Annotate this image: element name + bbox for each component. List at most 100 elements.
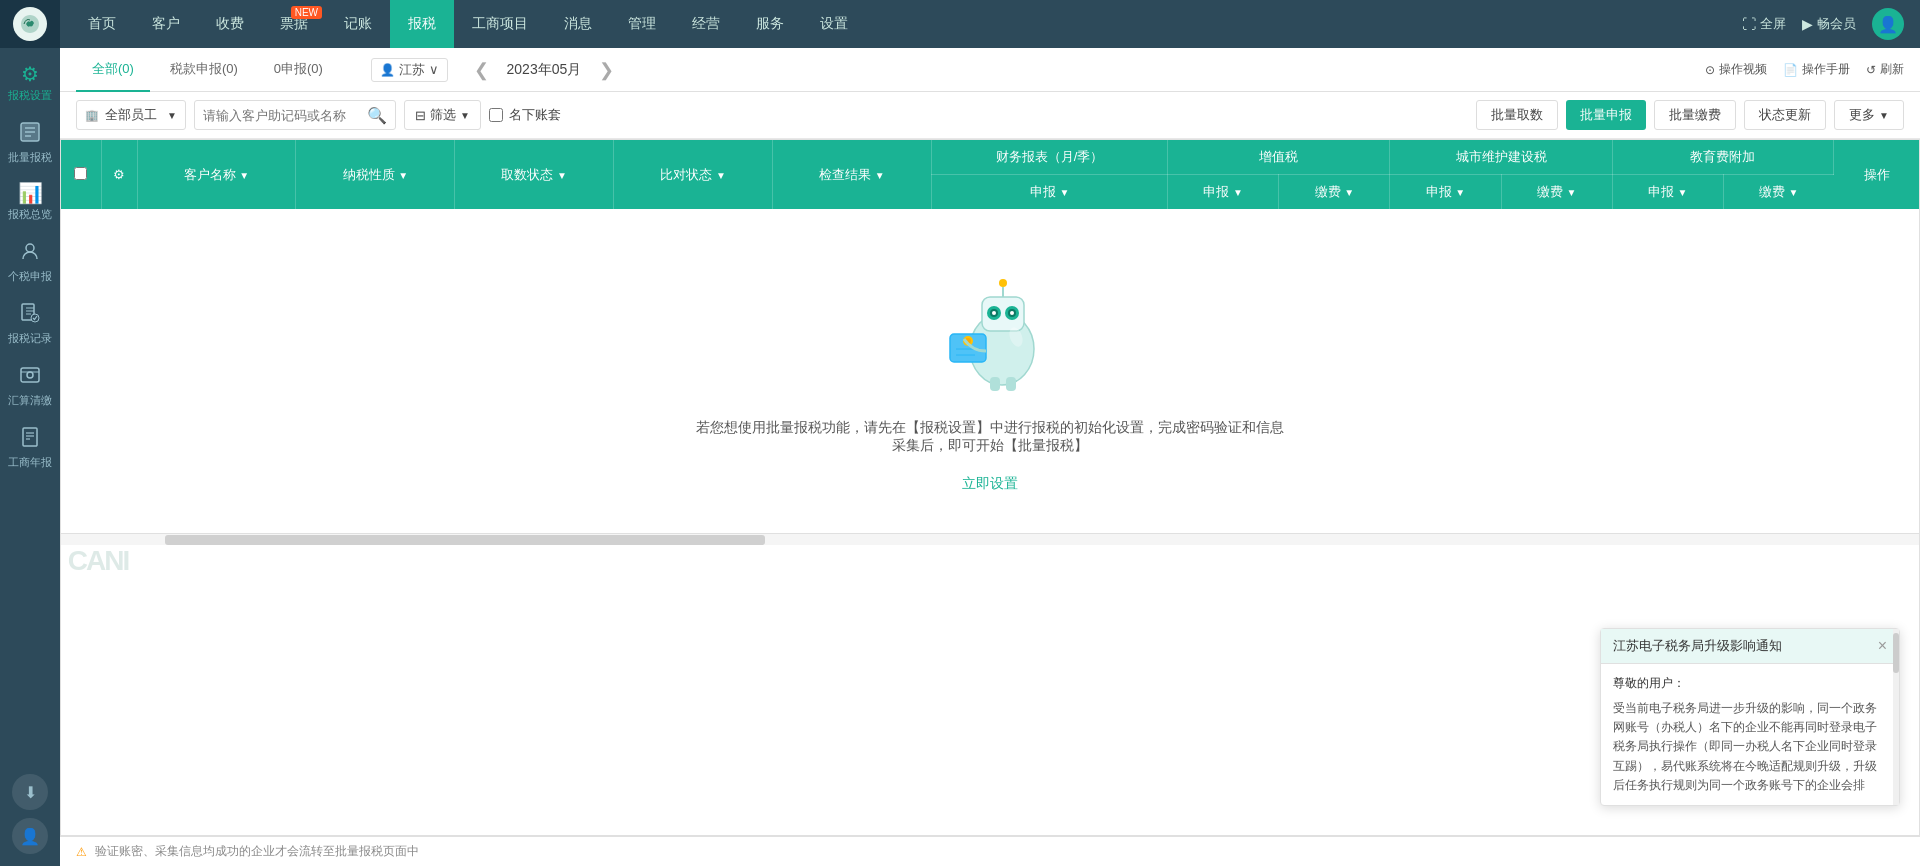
th-vat: 增值税 bbox=[1168, 140, 1390, 175]
setup-link[interactable]: 立即设置 bbox=[962, 475, 1018, 493]
nav-message[interactable]: 消息 bbox=[546, 0, 610, 48]
th-vat-declare: 申报 ▼ bbox=[1168, 175, 1279, 210]
batch-fetch-btn[interactable]: 批量取数 bbox=[1476, 100, 1558, 130]
sidebar: ⚙ 报税设置 批量报税 📊 报税总览 bbox=[0, 48, 60, 866]
empty-message: 若您想使用批量报税功能，请先在【报税设置】中进行报税的初始化设置，完成密码验证和… bbox=[690, 419, 1290, 455]
notification-scrollbar[interactable] bbox=[1893, 629, 1899, 805]
sidebar-item-annual-report[interactable]: 工商年报 bbox=[2, 418, 58, 478]
batch-declare-btn[interactable]: 批量申报 bbox=[1566, 100, 1646, 130]
tab-tax-declaration[interactable]: 税款申报(0) bbox=[154, 48, 254, 92]
search-icon[interactable]: 🔍 bbox=[367, 106, 387, 125]
data-table: ⚙ 客户名称 ▼ 纳税性质 ▼ 取数状态 ▼ 比对状态 ▼ bbox=[61, 140, 1919, 533]
toolbar: 🏢 全部员工 ▼ 🔍 ⊟ 筛选 ▼ 名下账套 批量取数 bbox=[60, 92, 1920, 139]
sidebar-bottom: ⬇ 👤 bbox=[12, 774, 48, 866]
fullscreen-btn[interactable]: ⛶ 全屏 bbox=[1742, 15, 1786, 33]
sidebar-item-batch-tax[interactable]: 批量报税 bbox=[2, 113, 58, 173]
status-update-btn[interactable]: 状态更新 bbox=[1744, 100, 1826, 130]
th-city-pay: 缴费 ▼ bbox=[1501, 175, 1612, 210]
operation-video-btn[interactable]: ⊙ 操作视频 bbox=[1705, 61, 1767, 78]
svg-rect-29 bbox=[990, 377, 1000, 391]
nav-accounting[interactable]: 记账 bbox=[326, 0, 390, 48]
person-icon: 👤 bbox=[380, 63, 395, 77]
tax-record-icon bbox=[19, 302, 41, 327]
manual-icon: 📄 bbox=[1783, 63, 1798, 77]
annual-report-icon bbox=[19, 426, 41, 451]
th-fetch-status: 取数状态 ▼ bbox=[455, 140, 614, 209]
batch-pay-btn[interactable]: 批量缴费 bbox=[1654, 100, 1736, 130]
month-nav: ❮ 2023年05月 ❯ bbox=[472, 59, 616, 81]
notification-panel: 江苏电子税务局升级影响通知 × 尊敬的用户： 受当前电子税务局进一步升级的影响，… bbox=[1600, 628, 1900, 806]
user-avatar[interactable]: 👤 bbox=[1872, 8, 1904, 40]
nav-settings[interactable]: 设置 bbox=[802, 0, 866, 48]
svg-point-8 bbox=[27, 372, 33, 378]
svg-point-4 bbox=[26, 244, 34, 252]
next-month-btn[interactable]: ❯ bbox=[597, 59, 616, 81]
th-fr-declare: 申报 ▼ bbox=[931, 175, 1167, 210]
nav-customer[interactable]: 客户 bbox=[134, 0, 198, 48]
empty-illustration bbox=[920, 269, 1060, 399]
sidebar-item-tax-settings[interactable]: ⚙ 报税设置 bbox=[2, 56, 58, 111]
download-icon: ⬇ bbox=[24, 783, 37, 802]
video-icon: ⊙ bbox=[1705, 63, 1715, 77]
more-arrow-icon: ▼ bbox=[1879, 110, 1889, 121]
member-btn[interactable]: ▶ 畅会员 bbox=[1802, 15, 1856, 33]
notification-content: 受当前电子税务局进一步升级的影响，同一个政务网账号（办税人）名下的企业不能再同时… bbox=[1613, 699, 1887, 795]
dropdown-arrow-icon: ▼ bbox=[167, 110, 177, 121]
warning-icon: ⚠ bbox=[76, 845, 87, 859]
filter-icon: ⊟ bbox=[415, 108, 426, 123]
h-scrollbar-thumb[interactable] bbox=[165, 535, 765, 545]
refresh-btn[interactable]: ↺ 刷新 bbox=[1866, 61, 1904, 78]
tax-settings-icon: ⚙ bbox=[21, 64, 39, 84]
th-edu-declare: 申报 ▼ bbox=[1612, 175, 1723, 210]
sidebar-item-tax-record[interactable]: 报税记录 bbox=[2, 294, 58, 354]
th-action: 操作 bbox=[1834, 140, 1919, 209]
notification-title: 江苏电子税务局升级影响通知 bbox=[1613, 637, 1782, 655]
nav-business[interactable]: 工商项目 bbox=[454, 0, 546, 48]
sidebar-item-tax-overview[interactable]: 📊 报税总览 bbox=[2, 175, 58, 230]
tab-all[interactable]: 全部(0) bbox=[76, 48, 150, 92]
svg-rect-30 bbox=[1006, 377, 1016, 391]
nav-service[interactable]: 服务 bbox=[738, 0, 802, 48]
tab-zero-declaration[interactable]: 0申报(0) bbox=[258, 48, 339, 92]
region-selector[interactable]: 👤 江苏 ∨ bbox=[371, 58, 448, 82]
nav-billing[interactable]: 收费 bbox=[198, 0, 262, 48]
tab-bar: 全部(0) 税款申报(0) 0申报(0) 👤 江苏 ∨ ❮ 2023年05月 ❯ bbox=[60, 48, 1920, 92]
download-btn[interactable]: ⬇ bbox=[12, 774, 48, 810]
sidebar-item-personal-tax[interactable]: 个税申报 bbox=[2, 232, 58, 292]
th-compare-status: 比对状态 ▼ bbox=[614, 140, 773, 209]
nav-tax[interactable]: 报税 bbox=[390, 0, 454, 48]
nav-home[interactable]: 首页 bbox=[70, 0, 134, 48]
th-settings: ⚙ bbox=[101, 140, 137, 209]
tax-overview-icon: 📊 bbox=[18, 183, 43, 203]
member-icon: ▶ bbox=[1802, 16, 1813, 32]
sidebar-item-settlement[interactable]: 汇算清缴 bbox=[2, 356, 58, 416]
nav-right: ⛶ 全屏 ▶ 畅会员 👤 bbox=[1742, 8, 1920, 40]
nav-operation[interactable]: 经营 bbox=[674, 0, 738, 48]
user-setting-btn[interactable]: 👤 bbox=[12, 818, 48, 854]
svg-point-18 bbox=[992, 311, 996, 315]
filter-btn[interactable]: ⊟ 筛选 ▼ bbox=[404, 100, 481, 130]
notification-close-btn[interactable]: × bbox=[1878, 638, 1887, 654]
status-text: 验证账密、采集信息均成功的企业才会流转至批量报税页面中 bbox=[95, 843, 419, 860]
top-nav: 首页 客户 收费 票据 NEW 记账 报税 工商项目 消息 管理 经营 服务 设… bbox=[0, 0, 1920, 48]
employee-selector[interactable]: 🏢 全部员工 ▼ bbox=[76, 100, 186, 130]
select-all-checkbox[interactable] bbox=[74, 167, 87, 180]
search-input[interactable] bbox=[203, 108, 363, 123]
nav-invoice[interactable]: 票据 NEW bbox=[262, 0, 326, 48]
more-btn[interactable]: 更多 ▼ bbox=[1834, 100, 1904, 130]
th-vat-pay: 缴费 ▼ bbox=[1279, 175, 1390, 210]
nav-management[interactable]: 管理 bbox=[610, 0, 674, 48]
dropdown-icon: ∨ bbox=[429, 62, 439, 77]
prev-month-btn[interactable]: ❮ bbox=[472, 59, 491, 81]
fullscreen-icon: ⛶ bbox=[1742, 16, 1756, 32]
checkbox-label[interactable]: 名下账套 bbox=[489, 106, 561, 124]
notification-header: 江苏电子税务局升级影响通知 × bbox=[1601, 629, 1899, 664]
logo-area[interactable] bbox=[0, 0, 60, 48]
refresh-icon: ↺ bbox=[1866, 63, 1876, 77]
filter-arrow-icon: ▼ bbox=[460, 110, 470, 121]
name-account-checkbox[interactable] bbox=[489, 108, 503, 122]
tab-right-actions: ⊙ 操作视频 📄 操作手册 ↺ 刷新 bbox=[1705, 61, 1904, 78]
operation-manual-btn[interactable]: 📄 操作手册 bbox=[1783, 61, 1850, 78]
status-bar: ⚠ 验证账密、采集信息均成功的企业才会流转至批量报税页面中 bbox=[60, 836, 1920, 866]
user-setting-icon: 👤 bbox=[20, 827, 40, 846]
